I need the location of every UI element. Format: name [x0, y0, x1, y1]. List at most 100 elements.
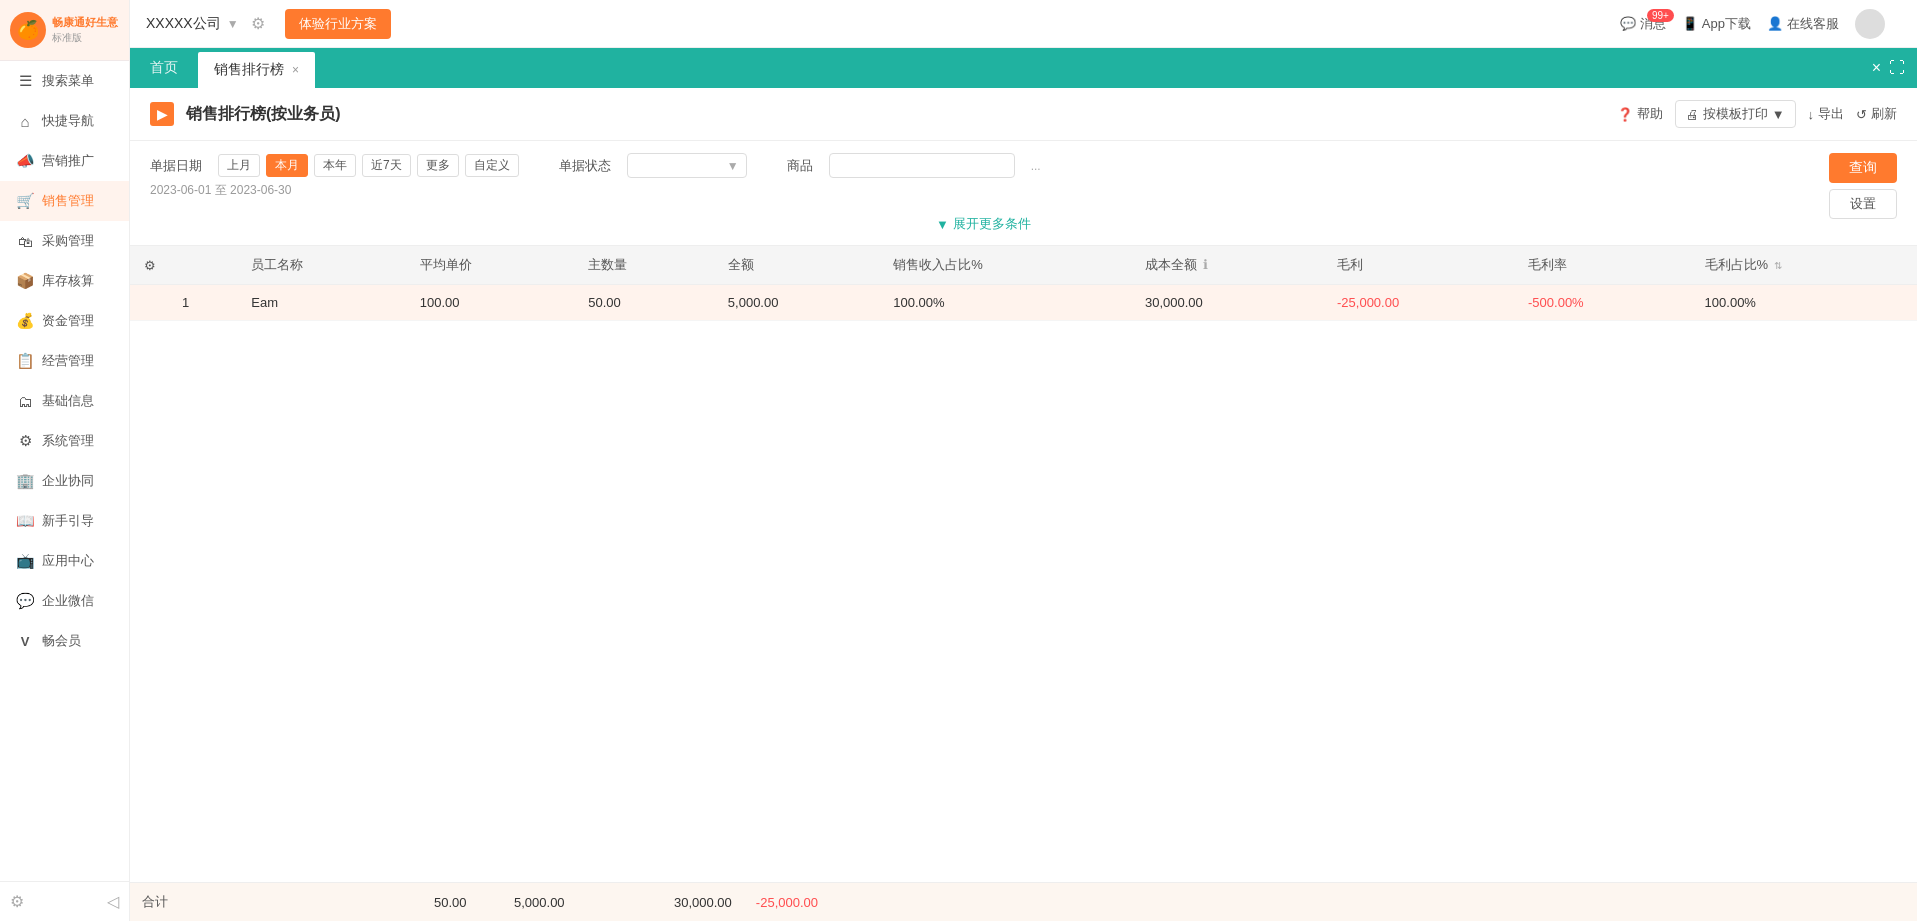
tabbar-right: × ⛶	[1872, 48, 1917, 88]
th-settings[interactable]: ⚙	[130, 246, 170, 285]
footer-cells: 50.00 5,000.00 30,000.00 -25,000.00	[342, 895, 1905, 910]
table-area: ⚙ 员工名称 平均单价 主数量 全额 销售收入占比% 成本全额 ℹ 毛利 毛利率	[130, 246, 1917, 882]
topbar-app-btn[interactable]: 📱 App下载	[1682, 15, 1751, 33]
sidebar-item-vip[interactable]: V 畅会员	[0, 621, 129, 661]
sidebar-item-label: 库存核算	[42, 272, 94, 290]
topbar-message-btn[interactable]: 💬 消息 99+	[1620, 15, 1666, 33]
settings-button[interactable]: 设置	[1829, 189, 1897, 219]
table-footer: 合计 50.00 5,000.00 30,000.00 -25,000.00	[130, 882, 1917, 921]
export-button[interactable]: ↓ 导出	[1808, 105, 1845, 123]
th-name: 员工名称	[239, 246, 407, 285]
sidebar-bottom: ⚙ ◁	[0, 881, 129, 921]
sidebar-item-shortcut[interactable]: ⌂ 快捷导航	[0, 101, 129, 141]
footer-cost: 30,000.00	[662, 895, 744, 910]
export-icon: ↓	[1808, 107, 1815, 122]
refresh-button[interactable]: ↺ 刷新	[1856, 105, 1897, 123]
cost-info-icon[interactable]: ℹ	[1203, 257, 1208, 272]
search-menu-icon: ☰	[16, 72, 34, 90]
gross-pct-sort-icon[interactable]: ⇅	[1774, 260, 1782, 271]
app-download-icon: 📱	[1682, 16, 1698, 31]
sidebar-item-search[interactable]: ☰ 搜索菜单	[0, 61, 129, 101]
sidebar-item-guide[interactable]: 📖 新手引导	[0, 501, 129, 541]
print-dropdown-arrow: ▼	[1772, 107, 1785, 122]
sidebar-collapse-icon[interactable]: ◁	[107, 892, 119, 911]
th-qty: 主数量	[576, 246, 716, 285]
td-gross-pct: 100.00%	[1693, 285, 1917, 321]
topbar-service-btn[interactable]: 👤 在线客服	[1767, 15, 1839, 33]
td-gross: -25,000.00	[1325, 285, 1516, 321]
sidebar-item-sales[interactable]: 🛒 销售管理	[0, 181, 129, 221]
sidebar-item-system[interactable]: ⚙ 系统管理	[0, 421, 129, 461]
sidebar-item-label: 搜索菜单	[42, 72, 94, 90]
sidebar-nav: ☰ 搜索菜单 ⌂ 快捷导航 📣 营销推广 🛒 销售管理 🛍 采购管理 📦 库存核…	[0, 61, 129, 881]
date-btn-more[interactable]: 更多	[417, 154, 459, 177]
sidebar-item-wechat[interactable]: 💬 企业微信	[0, 581, 129, 621]
tab-sales-ranking[interactable]: 销售排行榜 ×	[198, 52, 315, 88]
sidebar-item-operation[interactable]: 📋 经营管理	[0, 341, 129, 381]
sidebar-item-label: 销售管理	[42, 192, 94, 210]
sidebar-item-marketing[interactable]: 📣 营销推广	[0, 141, 129, 181]
th-gross-pct: 毛利占比% ⇅	[1693, 246, 1917, 285]
footer-avg-price	[342, 895, 422, 910]
th-amount: 全额	[716, 246, 881, 285]
status-select-wrapper: ▼	[627, 153, 747, 178]
sidebar-settings-icon[interactable]: ⚙	[10, 892, 24, 911]
sidebar-item-label: 资金管理	[42, 312, 94, 330]
marketing-icon: 📣	[16, 152, 34, 170]
topbar-settings-icon[interactable]: ⚙	[251, 14, 265, 33]
avatar[interactable]	[1855, 9, 1885, 39]
sidebar-item-basic[interactable]: 🗂 基础信息	[0, 381, 129, 421]
query-button[interactable]: 查询	[1829, 153, 1897, 183]
th-rank	[170, 246, 239, 285]
sidebar-item-purchase[interactable]: 🛍 采购管理	[0, 221, 129, 261]
table-header-row: ⚙ 员工名称 平均单价 主数量 全额 销售收入占比% 成本全额 ℹ 毛利 毛利率	[130, 246, 1917, 285]
filter-area: 单据日期 上月 本月 本年 近7天 更多 自定义 单据状态	[130, 141, 1917, 246]
page-header: ▶ 销售排行榜(按业务员) ❓ 帮助 🖨 按模板打印 ▼ ↓ 导出	[130, 88, 1917, 141]
help-button[interactable]: ❓ 帮助	[1617, 105, 1663, 123]
help-icon: ❓	[1617, 107, 1633, 122]
date-range-display: 2023-06-01 至 2023-06-30	[150, 183, 291, 197]
print-button[interactable]: 🖨 按模板打印 ▼	[1675, 100, 1796, 128]
th-cost: 成本全额 ℹ	[1133, 246, 1325, 285]
logo-sub: 标准版	[52, 31, 118, 45]
date-btn-this-month[interactable]: 本月	[266, 154, 308, 177]
window-close-icon[interactable]: ×	[1872, 59, 1881, 77]
sidebar-item-label: 营销推广	[42, 152, 94, 170]
goods-input[interactable]	[829, 153, 1015, 178]
filter-row-1: 单据日期 上月 本月 本年 近7天 更多 自定义 单据状态	[150, 153, 1817, 178]
topbar: XXXXX公司 ▼ ⚙ 体验行业方案 💬 消息 99+ 📱 App下载 👤 在线…	[130, 0, 1917, 48]
collapse-button[interactable]: ▶	[150, 102, 174, 126]
sidebar-item-app-center[interactable]: 📺 应用中心	[0, 541, 129, 581]
tab-close-icon[interactable]: ×	[292, 63, 299, 77]
company-selector[interactable]: XXXXX公司 ▼	[146, 15, 239, 33]
td-cost: 30,000.00	[1133, 285, 1325, 321]
guide-icon: 📖	[16, 512, 34, 530]
footer-gross: -25,000.00	[744, 895, 830, 910]
logo-title: 畅康通好生意	[52, 15, 118, 30]
status-select[interactable]	[627, 153, 747, 178]
trial-button[interactable]: 体验行业方案	[285, 9, 391, 39]
sidebar-item-enterprise[interactable]: 🏢 企业协同	[0, 461, 129, 501]
expand-conditions-button[interactable]: ▼ 展开更多条件	[936, 215, 1031, 233]
td-sales-pct: 100.00%	[881, 285, 1133, 321]
sidebar-item-label: 新手引导	[42, 512, 94, 530]
logo-area: 🍊 畅康通好生意 标准版	[0, 0, 129, 61]
date-btn-custom[interactable]: 自定义	[465, 154, 519, 177]
date-label: 单据日期	[150, 157, 202, 175]
footer-total-label: 合计	[142, 893, 342, 911]
wechat-icon: 💬	[16, 592, 34, 610]
expand-icon: ▼	[936, 217, 949, 232]
service-icon: 👤	[1767, 16, 1783, 31]
date-btn-7days[interactable]: 近7天	[362, 154, 411, 177]
date-btn-last-month[interactable]: 上月	[218, 154, 260, 177]
date-btn-this-year[interactable]: 本年	[314, 154, 356, 177]
page-title: 销售排行榜(按业务员)	[186, 104, 341, 125]
basic-icon: 🗂	[16, 393, 34, 410]
sidebar-item-inventory[interactable]: 📦 库存核算	[0, 261, 129, 301]
sidebar-item-label: 应用中心	[42, 552, 94, 570]
tab-home[interactable]: 首页	[130, 48, 198, 88]
window-resize-icon[interactable]: ⛶	[1889, 59, 1905, 77]
print-icon: 🖨	[1686, 107, 1699, 122]
sidebar-item-finance[interactable]: 💰 资金管理	[0, 301, 129, 341]
more-filter-icon[interactable]: ...	[1031, 159, 1041, 173]
